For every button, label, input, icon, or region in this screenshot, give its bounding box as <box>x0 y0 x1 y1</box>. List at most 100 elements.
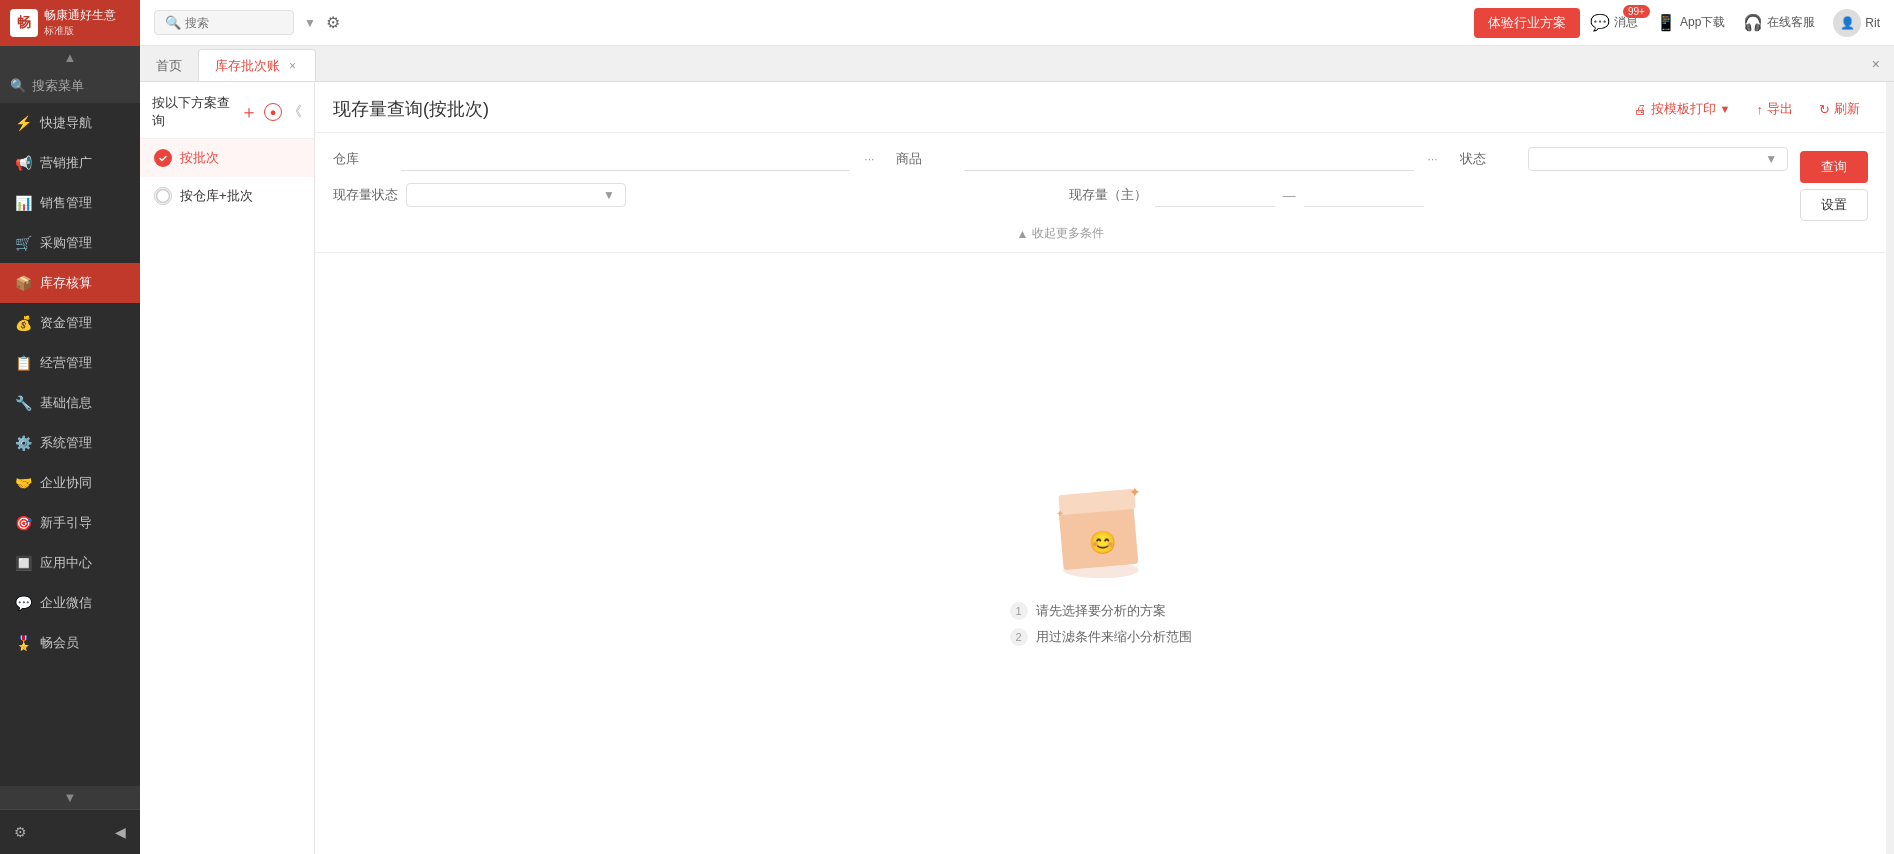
basic-icon: 🔧 <box>14 395 32 411</box>
sidebar-item-quick-nav-label: 快捷导航 <box>40 114 92 132</box>
app-download-btn[interactable]: 📱 App下载 <box>1656 13 1725 32</box>
refresh-icon: ↻ <box>1819 102 1830 117</box>
empty-tips: 1 请先选择要分析的方案 2 用过滤条件来缩小分析范围 <box>1010 602 1192 646</box>
product-filter-input[interactable] <box>964 147 1413 171</box>
collapse-sidebar-icon[interactable]: ◀ <box>111 820 130 844</box>
sidebar-item-basic[interactable]: 🔧 基础信息 <box>0 383 140 423</box>
tab-home-label: 首页 <box>156 57 182 75</box>
svg-text:✦: ✦ <box>1129 484 1141 500</box>
content-area: 按以下方案查询 ＋ ● 《 按批次 按仓库+批次 <box>140 82 1894 854</box>
sidebar-item-purchase-label: 采购管理 <box>40 234 92 252</box>
sidebar: 畅 畅康通好生意 标准版 ▲ 🔍 搜索菜单 ⚡ 快捷导航 📢 营销推广 📊 销售… <box>0 0 140 854</box>
filter-status-group: 状态 ▼ <box>1460 147 1788 171</box>
sidebar-item-inventory[interactable]: 📦 库存核算 <box>0 263 140 303</box>
tab-home[interactable]: 首页 <box>140 51 198 81</box>
headset-icon: 🎧 <box>1743 13 1763 32</box>
export-btn[interactable]: ↑ 导出 <box>1749 96 1802 122</box>
sidebar-item-app[interactable]: 🔲 应用中心 <box>0 543 140 583</box>
print-dropdown-icon[interactable]: ▼ <box>1720 103 1731 115</box>
scrollbar[interactable] <box>1886 82 1894 854</box>
sidebar-item-system[interactable]: ⚙️ 系统管理 <box>0 423 140 463</box>
filter-product-group: 商品 ··· <box>896 147 1443 171</box>
collab-icon: 🤝 <box>14 475 32 491</box>
topbar: 🔍 ▼ ⚙ 体验行业方案 💬 消息 99+ 📱 App下载 🎧 在线客服 👤 R <box>140 0 1894 46</box>
member-icon: 🎖️ <box>14 635 32 651</box>
left-panel: 按以下方案查询 ＋ ● 《 按批次 按仓库+批次 <box>140 82 315 854</box>
left-panel-title: 按以下方案查询 <box>152 94 240 130</box>
export-icon: ↑ <box>1757 102 1764 117</box>
tip-2-label: 用过滤条件来缩小分析范围 <box>1036 628 1192 646</box>
sidebar-item-finance[interactable]: 💰 资金管理 <box>0 303 140 343</box>
sidebar-item-purchase[interactable]: 🛒 采购管理 <box>0 223 140 263</box>
settings-btn[interactable]: 设置 <box>1800 189 1868 221</box>
tab-inventory-batch[interactable]: 库存批次账 × <box>198 49 316 81</box>
scheme-by-batch-label: 按批次 <box>180 149 219 167</box>
warehouse-more-btn[interactable]: ··· <box>858 150 880 168</box>
sidebar-nav: ⚡ 快捷导航 📢 营销推广 📊 销售管理 🛒 采购管理 📦 库存核算 💰 资金管… <box>0 103 140 786</box>
sidebar-scroll-up[interactable]: ▲ <box>0 46 140 69</box>
sidebar-item-quick-nav[interactable]: ⚡ 快捷导航 <box>0 103 140 143</box>
sidebar-item-basic-label: 基础信息 <box>40 394 92 412</box>
filter-row-1: 仓库 ··· 商品 ··· 状态 <box>333 147 1788 171</box>
warehouse-filter-label: 仓库 <box>333 150 393 168</box>
empty-tip-1: 1 请先选择要分析的方案 <box>1010 602 1192 620</box>
scheme-settings-icon[interactable]: ● <box>264 103 282 121</box>
warehouse-filter-input[interactable] <box>401 147 850 171</box>
finance-icon: 💰 <box>14 315 32 331</box>
online-service-btn[interactable]: 🎧 在线客服 <box>1743 13 1815 32</box>
sidebar-item-member[interactable]: 🎖️ 畅会员 <box>0 623 140 663</box>
app-icon: 🔲 <box>14 555 32 571</box>
online-service-label: 在线客服 <box>1767 14 1815 31</box>
add-scheme-icon[interactable]: ＋ <box>240 103 258 121</box>
topbar-settings-icon[interactable]: ⚙ <box>326 13 340 32</box>
filter-stock-status-group: 现存量状态 ▼ <box>333 183 1053 207</box>
settings-icon[interactable]: ⚙ <box>10 820 31 844</box>
sidebar-item-member-label: 畅会员 <box>40 634 79 652</box>
tab-close-icon[interactable]: × <box>286 59 299 73</box>
topbar-search-box[interactable]: 🔍 <box>154 10 294 35</box>
query-btn[interactable]: 查询 <box>1800 151 1868 183</box>
status-filter-label: 状态 <box>1460 150 1520 168</box>
collapse-filter-btn[interactable]: ▲ 收起更多条件 <box>333 219 1788 242</box>
sidebar-scroll-down[interactable]: ▼ <box>0 786 140 809</box>
try-industry-btn[interactable]: 体验行业方案 <box>1474 8 1580 38</box>
print-label: 按模板打印 <box>1651 100 1716 118</box>
empty-illustration: 😊 ✦ ✦ <box>1041 462 1161 582</box>
sidebar-item-marketing[interactable]: 📢 营销推广 <box>0 143 140 183</box>
svg-text:✦: ✦ <box>1056 508 1064 519</box>
sidebar-item-operations[interactable]: 📋 经营管理 <box>0 343 140 383</box>
messages-badge: 99+ <box>1623 5 1650 18</box>
scheme-dot-inactive <box>154 187 172 205</box>
quick-nav-icon: ⚡ <box>14 115 32 131</box>
stock-status-select[interactable]: ▼ <box>406 183 626 207</box>
filter-buttons: 查询 设置 <box>1800 147 1868 221</box>
sidebar-item-wechat[interactable]: 💬 企业微信 <box>0 583 140 623</box>
product-filter-label: 商品 <box>896 150 956 168</box>
sidebar-search-label: 搜索菜单 <box>32 77 84 95</box>
stock-qty-max-input[interactable] <box>1304 183 1424 207</box>
sidebar-item-sales[interactable]: 📊 销售管理 <box>0 183 140 223</box>
user-info[interactable]: 👤 Rit <box>1833 9 1880 37</box>
sidebar-search[interactable]: 🔍 搜索菜单 <box>0 69 140 103</box>
scheme-item-by-warehouse-batch[interactable]: 按仓库+批次 <box>140 177 314 215</box>
sidebar-footer: ⚙ ◀ <box>0 809 140 854</box>
print-btn[interactable]: 🖨 按模板打印 ▼ <box>1626 96 1739 122</box>
sidebar-item-guide[interactable]: 🎯 新手引导 <box>0 503 140 543</box>
sidebar-item-inventory-label: 库存核算 <box>40 274 92 292</box>
sidebar-item-guide-label: 新手引导 <box>40 514 92 532</box>
filter-fields: 仓库 ··· 商品 ··· 状态 <box>333 147 1788 242</box>
sidebar-item-marketing-label: 营销推广 <box>40 154 92 172</box>
search-icon: 🔍 <box>10 78 26 93</box>
refresh-btn[interactable]: ↻ 刷新 <box>1811 96 1868 122</box>
topbar-dropdown-icon[interactable]: ▼ <box>304 16 316 30</box>
tabbar-global-close[interactable]: × <box>1872 56 1880 72</box>
status-filter-select[interactable]: ▼ <box>1528 147 1788 171</box>
stock-qty-min-input[interactable] <box>1155 183 1275 207</box>
topbar-search-input[interactable] <box>185 16 285 30</box>
product-more-btn[interactable]: ··· <box>1422 150 1444 168</box>
messages-btn[interactable]: 💬 消息 99+ <box>1590 13 1638 32</box>
left-panel-collapse-icon[interactable]: 《 <box>288 103 302 121</box>
sidebar-item-collab[interactable]: 🤝 企业协同 <box>0 463 140 503</box>
scheme-item-by-batch[interactable]: 按批次 <box>140 139 314 177</box>
scheme-by-warehouse-batch-label: 按仓库+批次 <box>180 187 253 205</box>
